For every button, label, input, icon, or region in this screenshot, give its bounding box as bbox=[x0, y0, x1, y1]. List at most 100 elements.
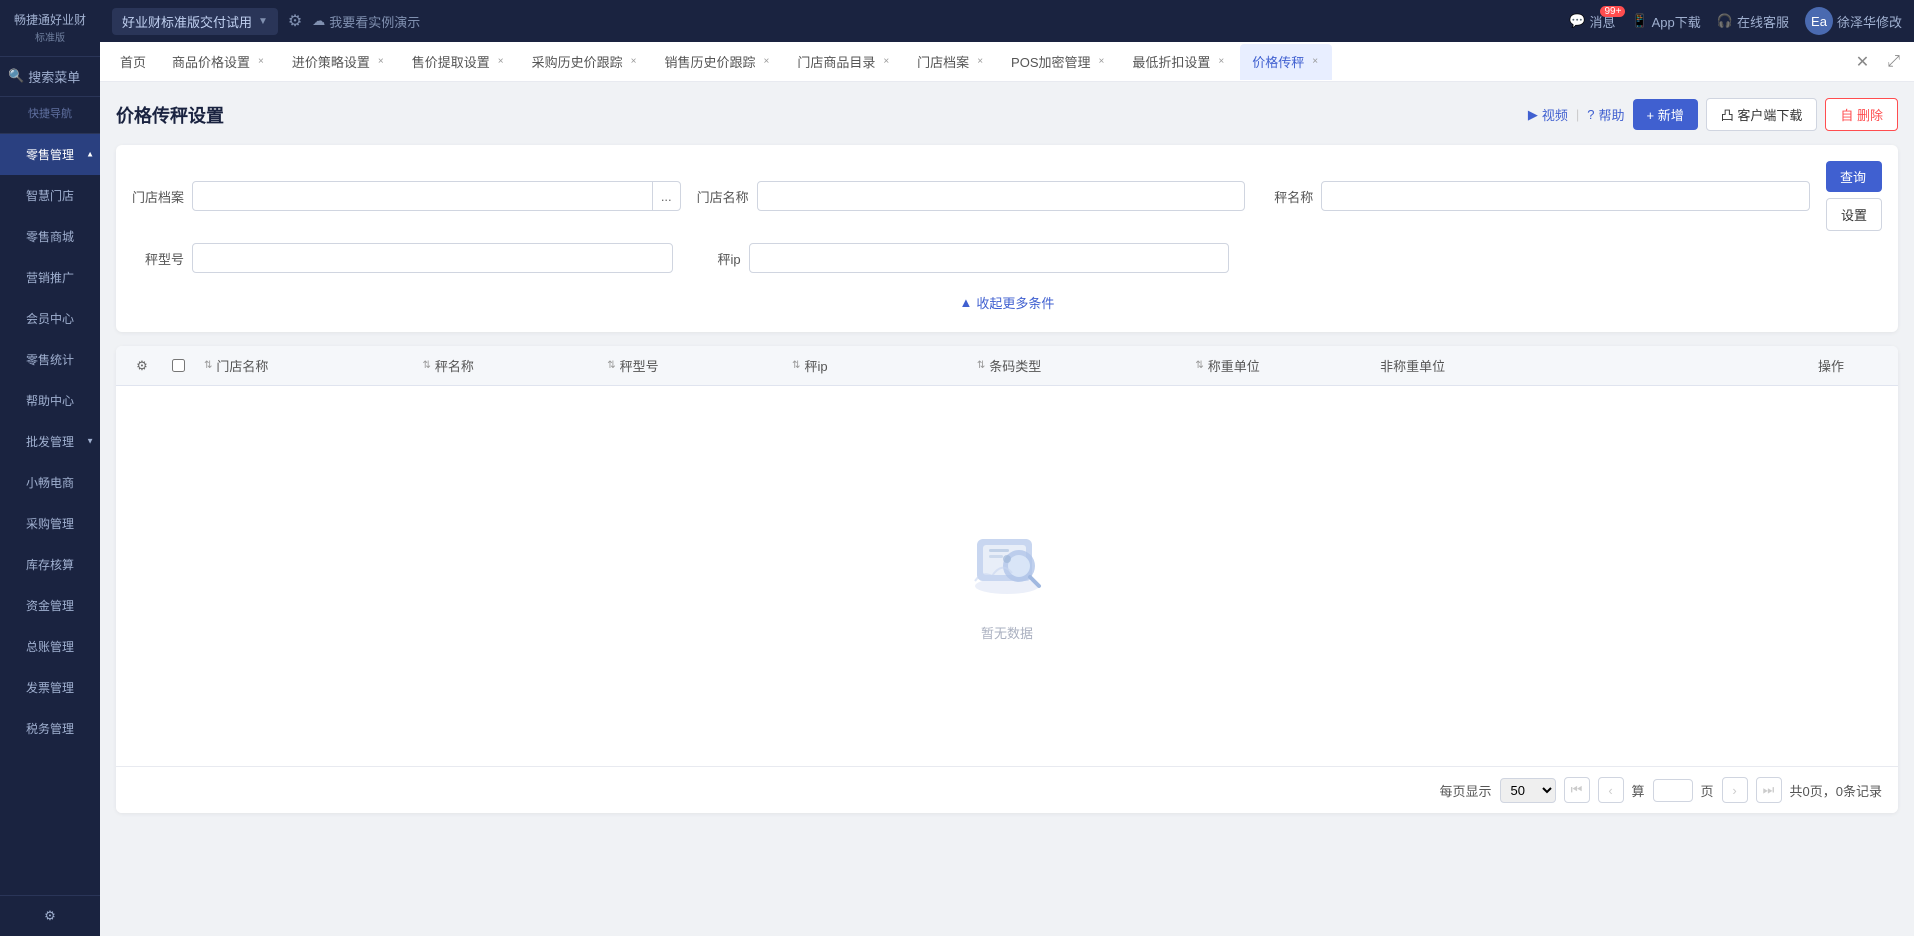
store-archive-dots-btn[interactable]: ... bbox=[652, 182, 680, 210]
sidebar-item-help[interactable]: 帮助中心 bbox=[0, 380, 100, 421]
tab-close-sale-history[interactable]: × bbox=[761, 55, 771, 68]
add-button[interactable]: + 新增 bbox=[1633, 99, 1698, 130]
first-page-btn[interactable]: ⏮ bbox=[1564, 777, 1590, 803]
sidebar-item-tax[interactable]: 税务管理 bbox=[0, 708, 100, 749]
scale-ip-input[interactable] bbox=[749, 243, 1230, 273]
sidebar-item-xiaochange[interactable]: 小畅电商 bbox=[0, 462, 100, 503]
tab-store-catalog[interactable]: 门店商品目录× bbox=[785, 44, 903, 80]
sidebar-logo: 畅捷通好业财 标准版 bbox=[0, 0, 100, 57]
query-button[interactable]: 查询 bbox=[1826, 161, 1882, 192]
close-tab-btn[interactable]: ✕ bbox=[1850, 50, 1875, 74]
tab-close-price-scale[interactable]: × bbox=[1310, 55, 1320, 68]
sort-icon-6: ⇅ bbox=[1195, 360, 1203, 371]
store-archive-label: 门店档案 bbox=[132, 187, 184, 206]
sidebar-item-ledger[interactable]: 总账管理 bbox=[0, 626, 100, 667]
sidebar-settings-btn[interactable]: ⚙ bbox=[0, 895, 100, 936]
page-label: 算 bbox=[1632, 781, 1645, 800]
col-weight-unit-label: 称重单位 bbox=[1208, 356, 1260, 375]
tab-sale-history[interactable]: 销售历史价跟踪× bbox=[652, 44, 783, 80]
page-header: 价格传秤设置 ▶ 视频 | ? 帮助 + 新增 凸 客户端下载 自 删除 bbox=[116, 98, 1898, 131]
sidebar-item-capital[interactable]: 资金管理 bbox=[0, 585, 100, 626]
search-row-1: 门店档案 ... 门店名称 秤名称 查询 设置 bbox=[132, 161, 1882, 231]
col-store-name: ⇅ 门店名称 bbox=[196, 356, 415, 375]
col-non-weight-label: 非称重单位 bbox=[1380, 356, 1445, 375]
delete-button[interactable]: 自 删除 bbox=[1825, 98, 1898, 131]
per-page-select[interactable]: 10 20 50 100 bbox=[1500, 778, 1556, 803]
sidebar-logo-text: 畅捷通好业财 bbox=[14, 12, 86, 29]
collapse-btn[interactable]: ▲ 收起更多条件 bbox=[948, 289, 1067, 316]
tab-store-archive[interactable]: 门店档案 × bbox=[905, 44, 997, 80]
sidebar-search[interactable]: 🔍 搜索菜单 bbox=[0, 57, 100, 97]
col-scale-model: ⇅ 秤型号 bbox=[599, 356, 784, 375]
tab-home[interactable]: 首页 bbox=[108, 44, 158, 80]
col-store-name-label: 门店名称 bbox=[216, 356, 268, 375]
tab-close-store-catalog[interactable]: × bbox=[881, 55, 891, 68]
tab-min-discount[interactable]: 最低折扣设置 × bbox=[1120, 44, 1238, 80]
sidebar-item-batch-mgmt[interactable]: 批发管理 bbox=[0, 421, 100, 462]
tab-label-store-archive: 门店档案 bbox=[917, 52, 969, 71]
help-link[interactable]: ? 帮助 bbox=[1587, 105, 1624, 124]
app-download-btn[interactable]: 📱 App下载 bbox=[1631, 12, 1700, 31]
page-input[interactable]: 1 bbox=[1653, 779, 1693, 802]
scale-model-input[interactable] bbox=[192, 243, 673, 273]
tab-sale-extract[interactable]: 售价提取设置× bbox=[400, 44, 518, 80]
tab-close-pos-mgmt[interactable]: × bbox=[1097, 55, 1107, 68]
video-link[interactable]: ▶ 视频 bbox=[1528, 105, 1568, 124]
scale-name-input[interactable] bbox=[1321, 181, 1810, 211]
store-archive-input-wrapper: ... bbox=[192, 181, 681, 211]
store-archive-input[interactable] bbox=[193, 182, 652, 210]
tab-price-setting[interactable]: 商品价格设置× bbox=[160, 44, 278, 80]
select-all-checkbox[interactable] bbox=[160, 359, 196, 372]
store-name-input[interactable] bbox=[757, 181, 1246, 211]
tab-close-sale-extract[interactable]: × bbox=[496, 55, 506, 68]
download-client-button[interactable]: 凸 客户端下载 bbox=[1706, 98, 1818, 131]
sidebar-item-invoice[interactable]: 发票管理 bbox=[0, 667, 100, 708]
search-panel: 门店档案 ... 门店名称 秤名称 查询 设置 bbox=[116, 145, 1898, 332]
last-page-btn[interactable]: ⏭ bbox=[1756, 777, 1782, 803]
col-scale-name: ⇅ 秤名称 bbox=[415, 356, 600, 375]
tab-label-pos-mgmt: POS加密管理 bbox=[1011, 52, 1090, 71]
search-row-2: 秤型号 秤ip bbox=[132, 243, 1882, 273]
version-select[interactable]: 好业财标准版交付试用 ▼ bbox=[112, 8, 278, 35]
settings-button[interactable]: 设置 bbox=[1826, 198, 1882, 231]
scale-ip-field: 秤ip bbox=[689, 243, 1230, 273]
sidebar-item-retail-stats[interactable]: 零售统计 bbox=[0, 339, 100, 380]
prev-page-btn[interactable]: ‹ bbox=[1598, 777, 1624, 803]
user-profile-btn[interactable]: Ea 徐泽华修改 bbox=[1805, 7, 1902, 35]
sidebar-item-marketing[interactable]: 营销推广 bbox=[0, 257, 100, 298]
sidebar-item-retail-mall[interactable]: 零售商城 bbox=[0, 216, 100, 257]
sidebar-item-member[interactable]: 会员中心 bbox=[0, 298, 100, 339]
sidebar-item-inventory[interactable]: 库存核算 bbox=[0, 544, 100, 585]
sidebar-item-purchase[interactable]: 采购管理 bbox=[0, 503, 100, 544]
tab-label-min-discount: 最低折扣设置 bbox=[1132, 52, 1210, 71]
column-settings-btn[interactable]: ⚙ bbox=[124, 358, 160, 374]
pagination: 每页显示 10 20 50 100 ⏮ ‹ 算 1 页 › ⏭ 共0页，0条记录 bbox=[116, 766, 1898, 813]
sidebar-item-retail-mgmt[interactable]: 零售管理 bbox=[0, 134, 100, 175]
tab-close-price-setting[interactable]: × bbox=[256, 55, 266, 68]
checkbox-all[interactable] bbox=[172, 359, 185, 372]
demo-text: 我要看实例演示 bbox=[329, 12, 420, 31]
expand-window-btn[interactable]: ⤢ bbox=[1881, 51, 1906, 73]
messages-btn[interactable]: 💬 消息 99+ bbox=[1569, 12, 1615, 31]
next-page-btn[interactable]: › bbox=[1722, 777, 1748, 803]
tab-close-min-discount[interactable]: × bbox=[1216, 55, 1226, 68]
col-weight-unit: ⇅ 称重单位 bbox=[1187, 356, 1372, 375]
tab-close-store-archive[interactable]: × bbox=[975, 55, 985, 68]
tab-close-purchase-strategy[interactable]: × bbox=[376, 55, 386, 68]
demo-btn[interactable]: ☁ 我要看实例演示 bbox=[312, 12, 420, 31]
col-scale-ip-label: 秤ip bbox=[804, 356, 827, 375]
tab-price-scale[interactable]: 价格传秤 × bbox=[1240, 44, 1332, 80]
help-label: 帮助 bbox=[1599, 105, 1625, 124]
table-header: ⚙ ⇅ 门店名称 ⇅ 秤名称 ⇅ 秤型号 ⇅ 秤ip bbox=[116, 346, 1898, 386]
tab-close-purchase-history[interactable]: × bbox=[629, 55, 639, 68]
tab-purchase-history[interactable]: 采购历史价跟踪× bbox=[520, 44, 651, 80]
sidebar-item-smart-store[interactable]: 智慧门店 bbox=[0, 175, 100, 216]
tabbar-end: ✕ ⤢ bbox=[1850, 50, 1906, 74]
tab-label-home: 首页 bbox=[120, 52, 146, 71]
topbar-gear-btn[interactable]: ⚙ bbox=[288, 11, 302, 31]
col-scale-ip: ⇅ 秤ip bbox=[784, 356, 969, 375]
tab-pos-mgmt[interactable]: POS加密管理 × bbox=[999, 44, 1118, 80]
support-btn[interactable]: 🎧 在线客服 bbox=[1717, 12, 1789, 31]
tab-purchase-strategy[interactable]: 进价策略设置× bbox=[280, 44, 398, 80]
tab-label-price-scale: 价格传秤 bbox=[1252, 52, 1304, 71]
